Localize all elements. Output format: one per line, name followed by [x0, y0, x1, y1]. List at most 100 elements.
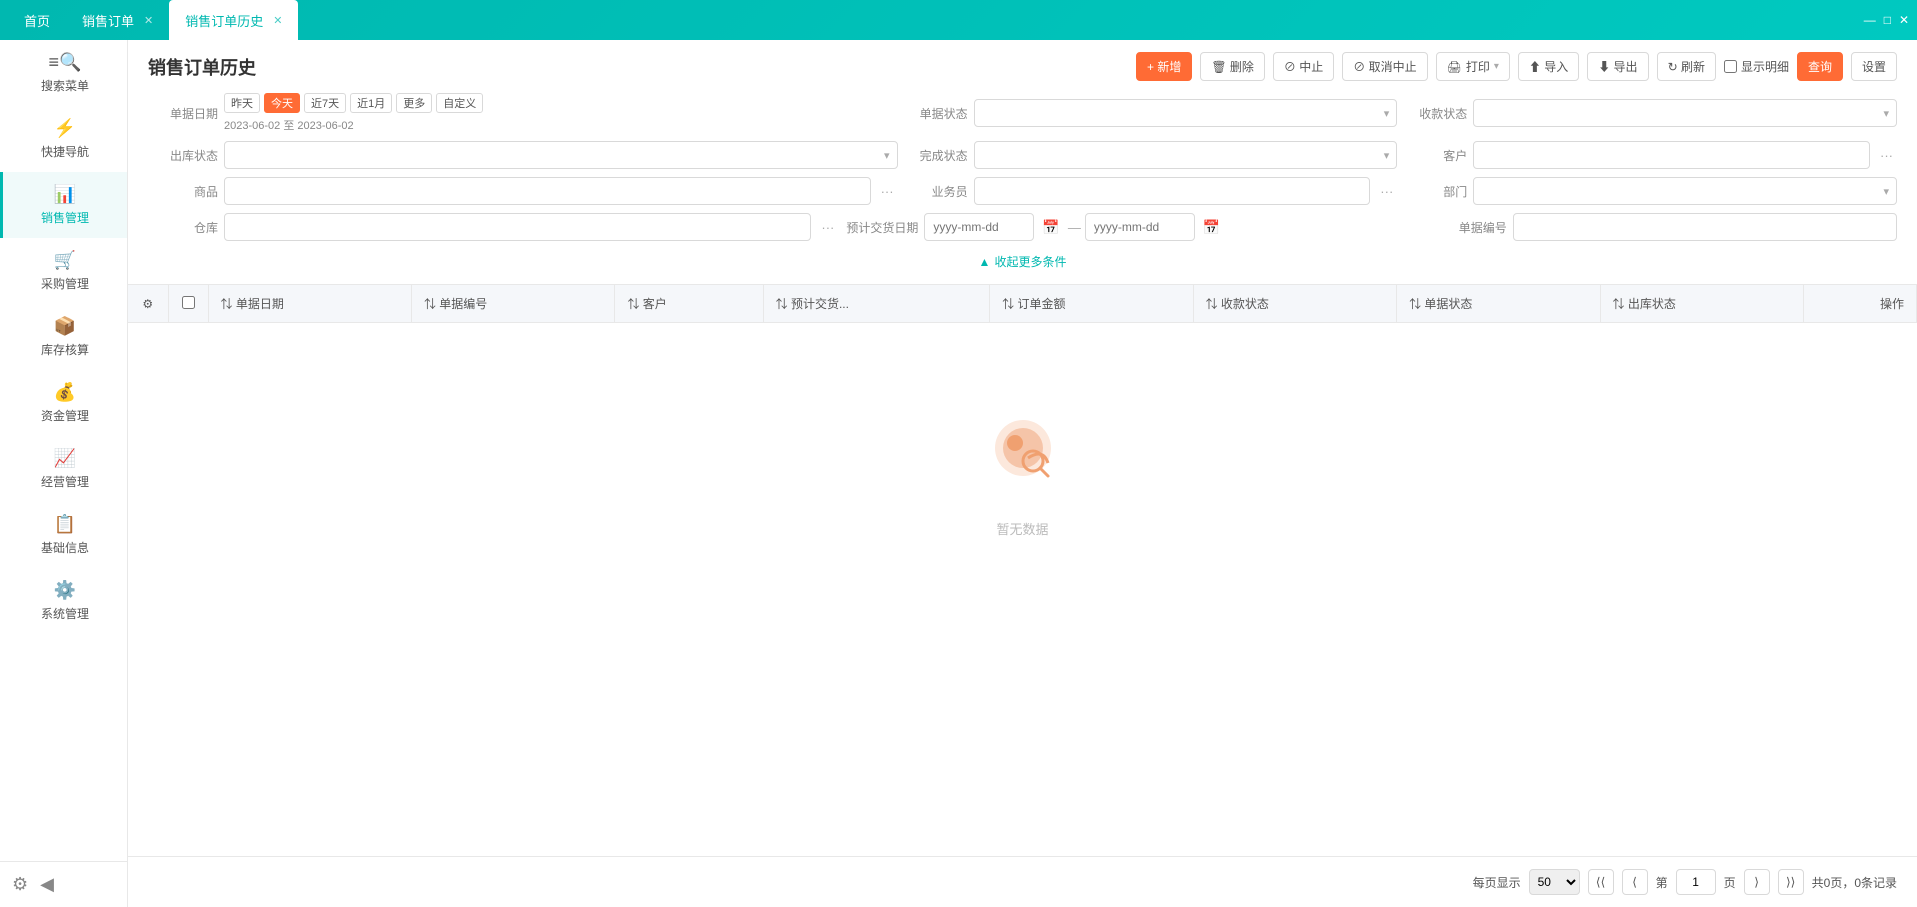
first-page-button[interactable]: ⟨⟨	[1588, 869, 1614, 895]
calendar-start-icon[interactable]: 📅	[1038, 219, 1063, 236]
date-label: 单据日期	[148, 105, 218, 122]
date-btn-custom[interactable]: 自定义	[436, 93, 483, 113]
date-btn-7days[interactable]: 近7天	[304, 93, 346, 113]
col-payment-status[interactable]: ⇅ 收款状态	[1193, 285, 1396, 323]
sidebar-item-purchase-mgmt[interactable]: 🛒 采购管理	[0, 238, 127, 304]
cancel-stop-button[interactable]: ⊘ 取消中止	[1342, 52, 1427, 81]
salesperson-input[interactable]	[974, 177, 1371, 205]
table-header-row: ⚙ ⇅ 单据日期 ⇅ 单据编号 ⇅ 客户 ⇅ 预计交货...	[128, 285, 1917, 323]
export-button[interactable]: ⬇ 导出	[1587, 52, 1648, 81]
filter-order-status: 单据状态 ▾	[898, 99, 1398, 127]
department-label: 部门	[1397, 183, 1467, 200]
print-button[interactable]: 🖨 🖨 打印 打印 ▾	[1436, 52, 1510, 81]
sidebar-item-quick-nav[interactable]: ⚡ 快捷导航	[0, 106, 127, 172]
sidebar-item-inventory[interactable]: 📦 库存核算	[0, 304, 127, 370]
col-order-date[interactable]: ⇅ 单据日期	[208, 285, 411, 323]
product-more-icon[interactable]: ···	[877, 184, 898, 199]
tab-sales-order-history-close[interactable]: ✕	[273, 14, 282, 27]
setting-button[interactable]: 设置	[1851, 52, 1897, 81]
sidebar-item-sales-mgmt-label: 销售管理	[41, 209, 89, 226]
page-number-input[interactable]	[1676, 869, 1716, 895]
refresh-button[interactable]: ↻ 刷新	[1657, 52, 1716, 81]
page-size-label: 每页显示	[1473, 874, 1521, 891]
show-detail-checkbox[interactable]: 显示明细	[1724, 58, 1789, 75]
new-button[interactable]: + 新增	[1136, 52, 1192, 81]
col-expected-delivery[interactable]: ⇅ 预计交货...	[763, 285, 990, 323]
stop-button[interactable]: ⊘ 中止	[1273, 52, 1334, 81]
filter-date: 单据日期 昨天 今天 近7天 近1月 更多 自定义 2023-06-02 至 2…	[148, 93, 898, 133]
col-order-no[interactable]: ⇅ 单据编号	[411, 285, 614, 323]
col-settings[interactable]: ⚙	[128, 285, 168, 323]
tab-sales-order-close[interactable]: ✕	[144, 14, 153, 27]
product-input[interactable]	[224, 177, 871, 205]
shipment-status-label: 出库状态	[148, 147, 218, 164]
payment-status-select[interactable]	[1473, 99, 1897, 127]
calendar-end-icon[interactable]: 📅	[1199, 219, 1224, 236]
sidebar-item-system-mgmt[interactable]: ⚙️ 系统管理	[0, 568, 127, 634]
shipment-status-select-wrap: ▾	[224, 141, 898, 169]
warehouse-more-icon[interactable]: ···	[817, 220, 838, 235]
pagination: 每页显示 10 20 50 100 ⟨⟨ ⟨ 第 页 ⟩ ⟩⟩ 共0页，0条记录	[128, 856, 1917, 907]
product-label: 商品	[148, 183, 218, 200]
customer-input[interactable]	[1473, 141, 1870, 169]
tab-home[interactable]: 首页	[8, 0, 66, 40]
sidebar-settings-icon[interactable]: ⚙	[12, 874, 28, 895]
sidebar-item-basic-info[interactable]: 📋 基础信息	[0, 502, 127, 568]
order-number-input[interactable]	[1513, 213, 1897, 241]
salesperson-more-icon[interactable]: ···	[1376, 184, 1397, 199]
top-bar: 首页 销售订单 ✕ 销售订单历史 ✕ — □ ✕	[0, 0, 1917, 40]
select-all-checkbox[interactable]	[182, 296, 195, 309]
customer-more-icon[interactable]: ···	[1876, 148, 1897, 163]
order-status-select[interactable]	[974, 99, 1398, 127]
import-button[interactable]: ⬆ 导入	[1518, 52, 1579, 81]
sidebar-item-search-menu[interactable]: ≡🔍 搜索菜单	[0, 40, 127, 106]
sidebar-item-finance[interactable]: 💰 资金管理	[0, 370, 127, 436]
empty-state: 暂无数据	[128, 323, 1917, 618]
date-buttons: 昨天 今天 近7天 近1月 更多 自定义	[224, 93, 898, 113]
table-container: ⚙ ⇅ 单据日期 ⇅ 单据编号 ⇅ 客户 ⇅ 预计交货...	[128, 285, 1917, 856]
sidebar-item-operation[interactable]: 📈 经营管理	[0, 436, 127, 502]
complete-status-select-wrap: ▾	[974, 141, 1398, 169]
complete-status-select[interactable]	[974, 141, 1398, 169]
col-shipment-status[interactable]: ⇅ 出库状态	[1600, 285, 1803, 323]
tab-sales-order[interactable]: 销售订单 ✕	[66, 0, 169, 40]
print-chevron: ▾	[1494, 61, 1499, 72]
warehouse-input[interactable]	[224, 213, 811, 241]
col-expected-delivery-label: ⇅ 预计交货...	[776, 297, 849, 311]
filter-complete-status: 完成状态 ▾	[898, 141, 1398, 169]
shipment-status-select[interactable]	[224, 141, 898, 169]
payment-status-select-wrap: ▾	[1473, 99, 1897, 127]
expected-delivery-end[interactable]	[1085, 213, 1195, 241]
date-btn-today[interactable]: 今天	[264, 93, 300, 113]
date-btn-yesterday[interactable]: 昨天	[224, 93, 260, 113]
col-customer[interactable]: ⇅ 客户	[615, 285, 763, 323]
next-page-button[interactable]: ⟩	[1744, 869, 1770, 895]
show-detail-input[interactable]	[1724, 60, 1737, 73]
col-order-amount[interactable]: ⇅ 订单金额	[990, 285, 1193, 323]
expected-delivery-start[interactable]	[924, 213, 1034, 241]
delete-button[interactable]: 🗑 删除	[1200, 52, 1265, 81]
col-order-status[interactable]: ⇅ 单据状态	[1397, 285, 1600, 323]
sidebar-collapse-icon[interactable]: ◀	[40, 874, 54, 895]
query-button[interactable]: 查询	[1797, 52, 1843, 81]
page-size-select[interactable]: 10 20 50 100	[1529, 869, 1580, 895]
sidebar-item-system-mgmt-label: 系统管理	[41, 605, 89, 622]
filter-row-4: 仓库 ··· 预计交货日期 📅 — 📅	[148, 213, 1897, 241]
date-btn-1month[interactable]: 近1月	[350, 93, 392, 113]
minimize-btn[interactable]: —	[1864, 13, 1876, 27]
close-btn[interactable]: ✕	[1899, 13, 1909, 27]
col-checkbox[interactable]	[168, 285, 208, 323]
collapse-button[interactable]: ▲ 收起更多条件	[979, 253, 1067, 270]
tab-sales-order-history[interactable]: 销售订单历史 ✕	[169, 0, 298, 40]
filter-product: 商品 ···	[148, 177, 898, 205]
department-select[interactable]	[1473, 177, 1897, 205]
date-btn-more[interactable]: 更多	[396, 93, 432, 113]
last-page-button[interactable]: ⟩⟩	[1778, 869, 1804, 895]
sidebar-item-sales-mgmt[interactable]: 📊 销售管理	[0, 172, 127, 238]
maximize-btn[interactable]: □	[1884, 13, 1891, 27]
sidebar-item-basic-info-label: 基础信息	[41, 539, 89, 556]
quick-nav-icon: ⚡	[54, 118, 76, 139]
sidebar-item-inventory-label: 库存核算	[41, 341, 89, 358]
prev-page-button[interactable]: ⟨	[1622, 869, 1648, 895]
sidebar-bottom: ⚙ ◀	[0, 861, 127, 907]
